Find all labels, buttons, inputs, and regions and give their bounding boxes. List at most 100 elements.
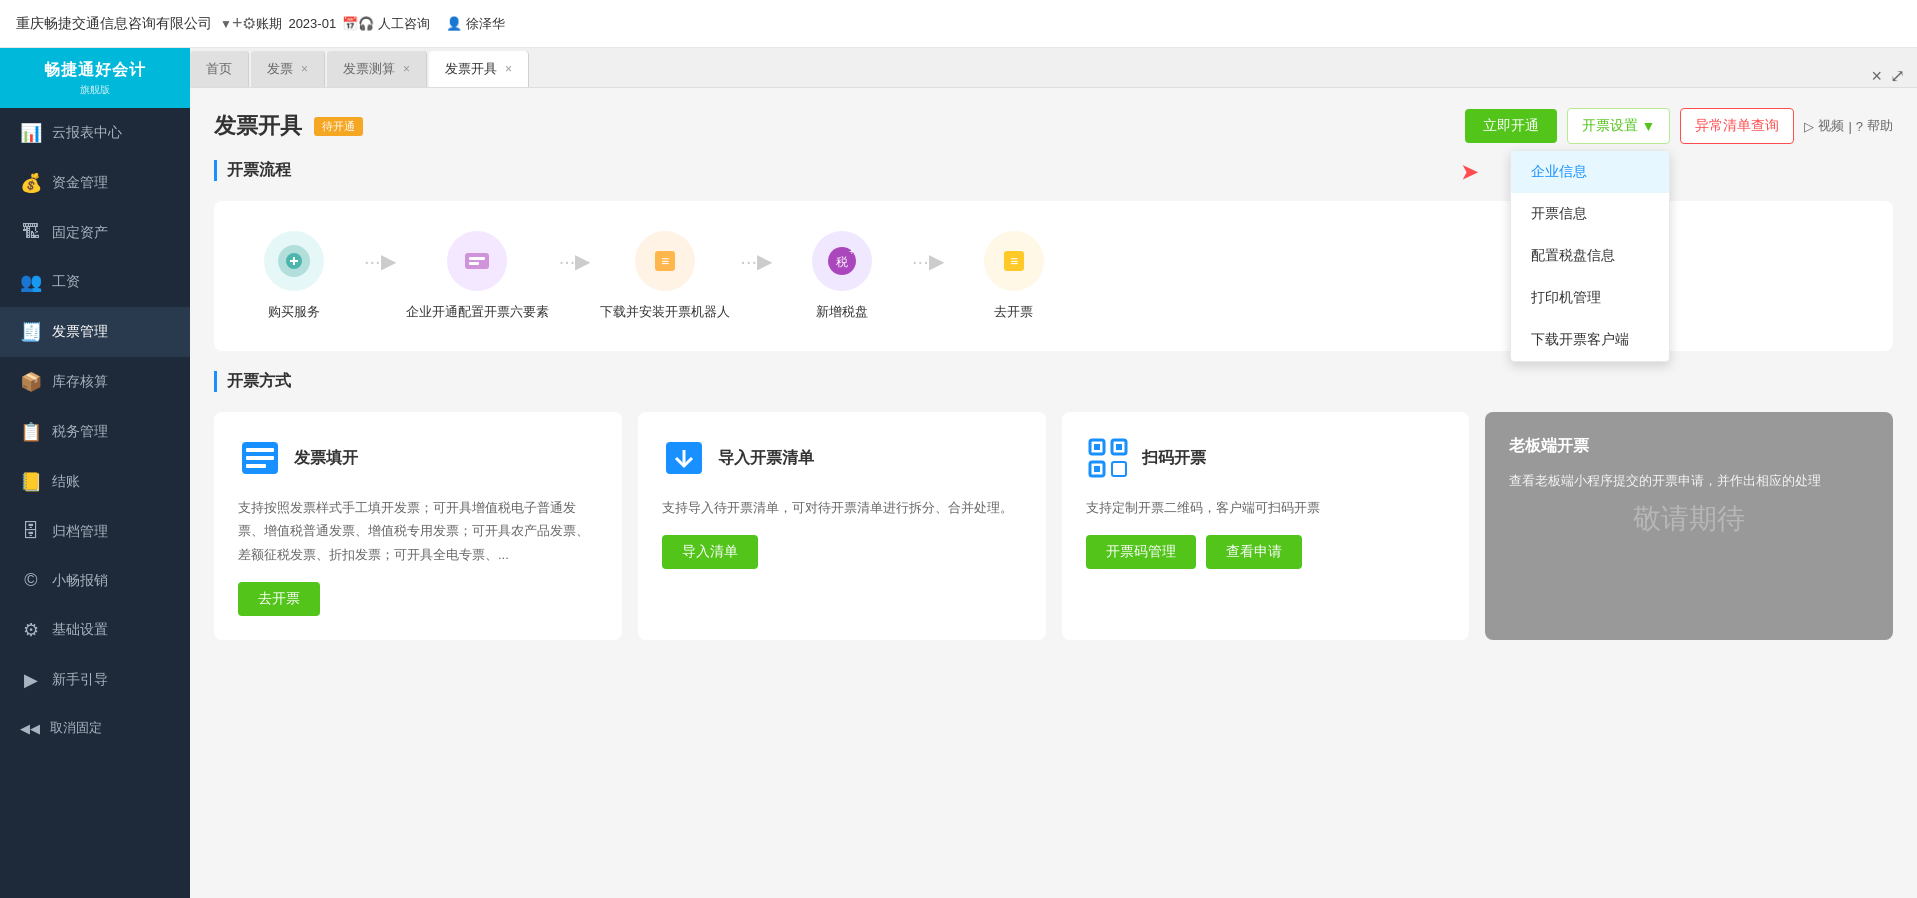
scan-card-desc: 支持定制开票二维码，客户端可扫码开票 [1086, 496, 1446, 519]
user-button[interactable]: 👤 徐泽华 [446, 15, 505, 33]
sidebar-item-inventory[interactable]: 📦 库存核算 [0, 357, 190, 407]
flow-step-issue: ≡ 去开票 [954, 231, 1074, 321]
sidebar-item-tax[interactable]: 📋 税务管理 [0, 407, 190, 457]
tab-invoice-issue[interactable]: 发票开具 × [429, 51, 529, 87]
sidebar-item-label: 新手引导 [52, 671, 108, 689]
sidebar-item-cloud-report[interactable]: 📊 云报表中心 [0, 108, 190, 158]
svg-text:≡: ≡ [1010, 253, 1018, 269]
tab-invoice-calc-label: 发票测算 [343, 60, 395, 78]
sidebar-bottom-action[interactable]: ◀◀ 取消固定 [0, 705, 190, 751]
dropdown-label-invoice-info: 开票信息 [1531, 205, 1587, 221]
sidebar-item-salary[interactable]: 👥 工资 [0, 257, 190, 307]
qr-manage-button[interactable]: 开票码管理 [1086, 535, 1196, 569]
status-badge: 待开通 [314, 117, 363, 136]
sidebar-item-fund[interactable]: 💰 资金管理 [0, 158, 190, 208]
dropdown-item-company-info[interactable]: ➤ 企业信息 [1511, 151, 1669, 193]
svg-rect-14 [246, 448, 274, 452]
dropdown-item-download[interactable]: 下载开票客户端 [1511, 319, 1669, 361]
page-content: 发票开具 待开通 立即开通 开票设置 ▼ ➤ 企业信息 [190, 88, 1917, 898]
report-icon: © [20, 570, 42, 591]
tab-invoice[interactable]: 发票 × [251, 51, 325, 87]
flow-arrow-2: ···▶ [559, 249, 591, 273]
sidebar-logo: 畅捷通好会计 旗舰版 [0, 48, 190, 108]
sidebar-item-label: 基础设置 [52, 621, 108, 639]
sidebar-item-accounting[interactable]: 📒 结账 [0, 457, 190, 507]
gear-icon[interactable]: ⚙ [242, 14, 256, 33]
tab-bar-actions: × ⤢ [1859, 65, 1917, 87]
support-button[interactable]: 🎧 人工咨询 [358, 15, 430, 33]
setting-button[interactable]: 开票设置 ▼ [1567, 108, 1671, 144]
sidebar-item-settings[interactable]: ⚙ 基础设置 [0, 605, 190, 655]
user-icon: 👤 [446, 16, 462, 31]
period-value: 2023-01 [288, 16, 336, 31]
fill-card-title: 发票填开 [294, 448, 358, 469]
flow-step-download-label: 下载并安装开票机器人 [600, 303, 730, 321]
tab-invoice-calc-close[interactable]: × [403, 62, 410, 76]
dropdown-item-tax-config[interactable]: 配置税盘信息 [1511, 235, 1669, 277]
unpin-label: 取消固定 [50, 719, 102, 737]
flow-step-issue-label: 去开票 [994, 303, 1033, 321]
tab-home[interactable]: 首页 [190, 51, 249, 87]
cloud-report-icon: 📊 [20, 122, 42, 144]
boss-card-title: 老板端开票 [1509, 436, 1869, 457]
boss-card-overlay: 敬请期待 [1509, 500, 1869, 538]
sidebar-item-label: 税务管理 [52, 423, 108, 441]
logo-sub: 旗舰版 [80, 83, 110, 97]
company-selector[interactable]: 重庆畅捷交通信息咨询有限公司 ▼ [16, 15, 232, 33]
import-icon [662, 436, 706, 480]
flow-step-download: ≡ 下载并安装开票机器人 [600, 231, 730, 321]
flow-step-config: 企业开通配置开票六要素 [406, 231, 549, 321]
sidebar-item-report[interactable]: © 小畅报销 [0, 556, 190, 605]
svg-text:税: 税 [836, 255, 848, 269]
svg-rect-23 [1116, 444, 1122, 450]
svg-rect-15 [246, 456, 274, 460]
sidebar-item-label: 发票管理 [52, 323, 108, 341]
tax-icon: 📋 [20, 421, 42, 443]
content-area: 首页 发票 × 发票测算 × 发票开具 × × ⤢ 发票开具 [190, 48, 1917, 898]
flow-step-taxdisk: 税+ 新增税盘 [782, 231, 902, 321]
flow-arrow-3: ···▶ [740, 249, 772, 273]
invoice-icon: 🧾 [20, 321, 42, 343]
import-list-button[interactable]: 导入清单 [662, 535, 758, 569]
fill-invoice-button[interactable]: 去开票 [238, 582, 320, 616]
dropdown-item-invoice-info[interactable]: 开票信息 [1511, 193, 1669, 235]
top-bar: 重庆畅捷交通信息咨询有限公司 ▼ + ⚙ 账期 2023-01 📅 🎧 人工咨询… [0, 0, 1917, 48]
setting-button-label: 开票设置 [1582, 117, 1638, 135]
scan-card-title: 扫码开票 [1142, 448, 1206, 469]
chevron-down-icon: ▼ [1642, 118, 1656, 134]
svg-rect-5 [469, 262, 479, 265]
help-label[interactable]: 帮助 [1867, 117, 1893, 135]
red-arrow-icon: ➤ [1461, 160, 1478, 184]
page-title: 发票开具 [214, 111, 302, 141]
view-apply-button[interactable]: 查看申请 [1206, 535, 1302, 569]
video-label[interactable]: 视频 [1818, 117, 1844, 135]
method-card-boss: 老板端开票 查看老板端小程序提交的开票申请，并作出相应的处理 敬请期待 [1485, 412, 1893, 640]
sidebar-item-invoice[interactable]: 🧾 发票管理 [0, 307, 190, 357]
main-layout: 畅捷通好会计 旗舰版 📊 云报表中心 💰 资金管理 🏗 固定资产 👥 工资 🧾 … [0, 48, 1917, 898]
add-button[interactable]: + [232, 13, 243, 34]
sidebar-item-label: 结账 [52, 473, 80, 491]
dropdown-item-printer[interactable]: 打印机管理 [1511, 277, 1669, 319]
sidebar-item-fixed-assets[interactable]: 🏗 固定资产 [0, 208, 190, 257]
guide-icon: ▶ [20, 669, 42, 691]
sidebar-item-guide[interactable]: ▶ 新手引导 [0, 655, 190, 705]
method-section: 开票方式 发票填开 支持按照发票样式手工填开发票；可开具增值税电子普通发票、增值… [214, 371, 1893, 640]
close-all-button[interactable]: × [1871, 66, 1882, 87]
abnormal-button[interactable]: 异常清单查询 [1680, 108, 1794, 144]
import-card-title: 导入开票清单 [718, 448, 814, 469]
method-card-fill-header: 发票填开 [238, 436, 598, 480]
tab-invoice-issue-label: 发票开具 [445, 60, 497, 78]
tab-invoice-issue-close[interactable]: × [505, 62, 512, 76]
expand-button[interactable]: ⤢ [1890, 65, 1905, 87]
headset-icon: 🎧 [358, 16, 374, 31]
method-card-fill: 发票填开 支持按照发票样式手工填开发票；可开具增值税电子普通发票、增值税普通发票… [214, 412, 622, 640]
tab-invoice-close[interactable]: × [301, 62, 308, 76]
sidebar-item-archive[interactable]: 🗄 归档管理 [0, 507, 190, 556]
boss-card-desc: 查看老板端小程序提交的开票申请，并作出相应的处理 [1509, 469, 1869, 492]
tab-invoice-calc[interactable]: 发票测算 × [327, 51, 427, 87]
activate-button[interactable]: 立即开通 [1465, 109, 1557, 143]
svg-text:≡: ≡ [661, 253, 669, 269]
sidebar-item-label: 固定资产 [52, 224, 108, 242]
sidebar-item-label: 资金管理 [52, 174, 108, 192]
support-label: 人工咨询 [378, 15, 430, 33]
